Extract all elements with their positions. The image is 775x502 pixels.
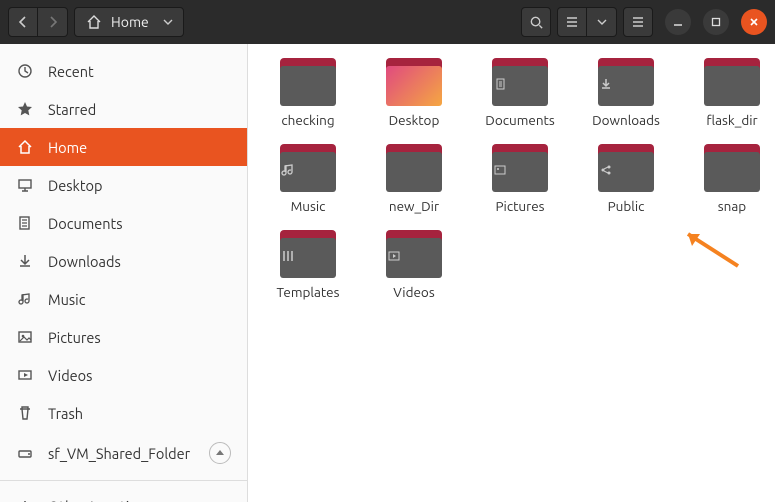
view-dropdown-button[interactable] — [587, 7, 617, 37]
desktop-icon — [16, 176, 34, 194]
video-icon — [386, 248, 442, 264]
folder-icon — [704, 144, 760, 192]
folder-icon — [598, 58, 654, 106]
sidebar-item-label: Home — [48, 139, 87, 156]
folder-label: Music — [291, 198, 326, 214]
sidebar-item-music[interactable]: Music — [0, 280, 247, 318]
folder-videos[interactable]: Videos — [364, 230, 464, 300]
folder-icon — [386, 144, 442, 192]
folder-label: Videos — [393, 284, 434, 300]
folder-icon — [704, 58, 760, 106]
star-icon — [16, 100, 34, 118]
sidebar-item-sf-vm-shared-folder[interactable]: sf_VM_Shared_Folder — [0, 432, 247, 474]
folder-checking[interactable]: checking — [258, 58, 358, 128]
sidebar-item-label: Starred — [48, 101, 96, 118]
folder-flask-dir[interactable]: flask_dir — [682, 58, 775, 128]
videos-icon — [16, 366, 34, 384]
sidebar-other-locations[interactable]: Other Locations — [0, 487, 247, 502]
folder-grid: checking Desktop Documents Downloads flask_d… — [258, 58, 765, 300]
trash-icon — [16, 404, 34, 422]
folder-icon — [386, 230, 442, 278]
folder-new-dir[interactable]: new_Dir — [364, 144, 464, 214]
eject-button[interactable] — [209, 442, 231, 464]
content-area[interactable]: checking Desktop Documents Downloads flask_d… — [248, 44, 775, 502]
path-dropdown-icon[interactable] — [163, 17, 173, 27]
music-icon — [280, 162, 336, 178]
folder-icon — [598, 144, 654, 192]
folder-label: checking — [281, 112, 334, 128]
sidebar-item-label: Other Locations — [48, 498, 152, 502]
folder-label: Pictures — [495, 198, 544, 214]
sidebar-item-trash[interactable]: Trash — [0, 394, 247, 432]
view-list-button[interactable] — [557, 7, 587, 37]
minimize-button[interactable] — [665, 9, 691, 35]
folder-icon — [386, 58, 442, 106]
hamburger-menu-button[interactable] — [623, 7, 653, 37]
folder-label: snap — [718, 198, 746, 214]
close-button[interactable] — [741, 9, 767, 35]
documents-icon — [16, 214, 34, 232]
folder-icon — [492, 58, 548, 106]
maximize-button[interactable] — [703, 9, 729, 35]
folder-label: Templates — [277, 284, 340, 300]
folder-music[interactable]: Music — [258, 144, 358, 214]
folder-snap[interactable]: snap — [682, 144, 775, 214]
back-button[interactable] — [8, 7, 38, 37]
sidebar-item-label: Trash — [48, 405, 83, 422]
folder-desktop[interactable]: Desktop — [364, 58, 464, 128]
titlebar: Home — [0, 0, 775, 44]
path-label: Home — [111, 14, 149, 30]
folder-label: flask_dir — [706, 112, 757, 128]
sidebar-item-label: Videos — [48, 367, 92, 384]
folder-label: Downloads — [592, 112, 660, 128]
path-bar[interactable]: Home — [74, 7, 184, 37]
nav-group — [8, 7, 68, 37]
plus-icon — [16, 497, 34, 502]
picture-icon — [492, 162, 548, 178]
clock-icon — [16, 62, 34, 80]
pictures-icon — [16, 328, 34, 346]
sidebar-item-label: Recent — [48, 63, 94, 80]
search-button[interactable] — [521, 7, 551, 37]
folder-label: Documents — [485, 112, 554, 128]
download-icon — [598, 76, 654, 92]
downloads-icon — [16, 252, 34, 270]
folder-icon — [280, 58, 336, 106]
sidebar-item-starred[interactable]: Starred — [0, 90, 247, 128]
sidebar-item-label: sf_VM_Shared_Folder — [48, 445, 190, 462]
sidebar-item-label: Downloads — [48, 253, 121, 270]
share-icon — [598, 162, 654, 178]
home-icon — [16, 138, 34, 156]
folder-icon — [280, 230, 336, 278]
sidebar-item-pictures[interactable]: Pictures — [0, 318, 247, 356]
doc-icon — [492, 76, 548, 92]
folder-icon — [492, 144, 548, 192]
drive-icon — [16, 444, 34, 462]
folder-downloads[interactable]: Downloads — [576, 58, 676, 128]
music-icon — [16, 290, 34, 308]
sidebar-item-label: Music — [48, 291, 85, 308]
folder-templates[interactable]: Templates — [258, 230, 358, 300]
folder-label: Desktop — [389, 112, 440, 128]
sidebar-item-videos[interactable]: Videos — [0, 356, 247, 394]
sidebar-item-desktop[interactable]: Desktop — [0, 166, 247, 204]
sidebar-item-recent[interactable]: Recent — [0, 52, 247, 90]
folder-pictures[interactable]: Pictures — [470, 144, 570, 214]
folder-documents[interactable]: Documents — [470, 58, 570, 128]
forward-button[interactable] — [38, 7, 68, 37]
sidebar-item-label: Documents — [48, 215, 123, 232]
sidebar-item-label: Pictures — [48, 329, 101, 346]
folder-label: Public — [608, 198, 645, 214]
sidebar: Recent Starred Home Desktop Documents Downloa… — [0, 44, 248, 502]
folder-icon — [280, 144, 336, 192]
sidebar-item-downloads[interactable]: Downloads — [0, 242, 247, 280]
sidebar-item-label: Desktop — [48, 177, 102, 194]
sidebar-item-home[interactable]: Home — [0, 128, 247, 166]
template-icon — [280, 248, 336, 264]
view-group — [557, 7, 617, 37]
folder-public[interactable]: Public — [576, 144, 676, 214]
folder-label: new_Dir — [389, 198, 439, 214]
home-icon — [85, 13, 103, 31]
sidebar-item-documents[interactable]: Documents — [0, 204, 247, 242]
